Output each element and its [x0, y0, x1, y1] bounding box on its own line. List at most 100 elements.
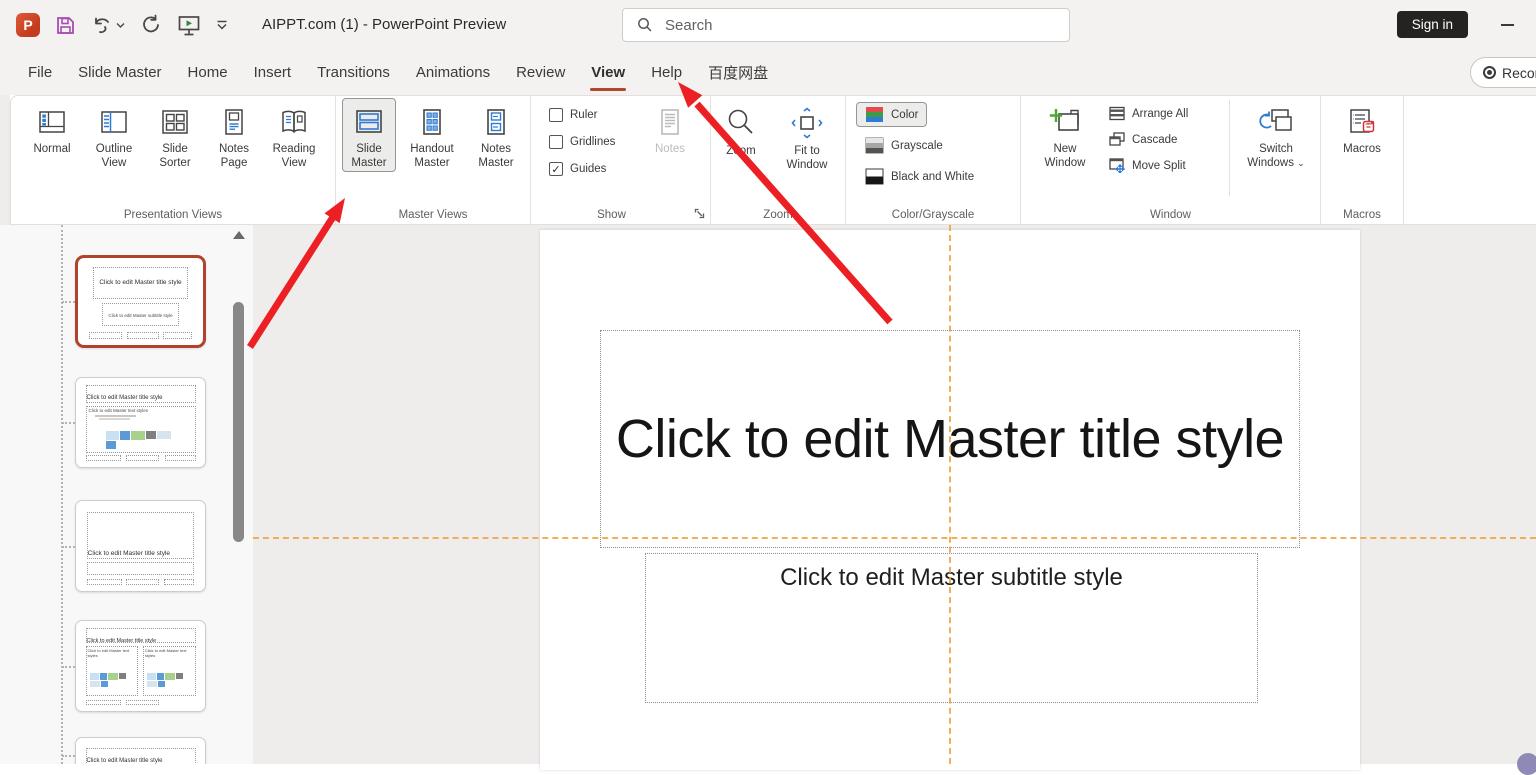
guides-checkbox[interactable]: ✓ Guides: [549, 162, 615, 176]
ribbon-tab-bar: File Slide Master Home Insert Transition…: [0, 50, 1536, 95]
record-button[interactable]: Record: [1470, 57, 1536, 88]
tab-view[interactable]: View: [578, 50, 638, 95]
minimize-icon: [1500, 24, 1514, 26]
group-zoom: Zoom Fit to Window Zoom: [711, 96, 846, 224]
search-box[interactable]: [622, 8, 1070, 42]
vertical-guide[interactable]: [949, 225, 951, 764]
outline-view-button[interactable]: Outline View: [84, 98, 144, 172]
tab-animations[interactable]: Animations: [403, 50, 503, 95]
group-presentation-views: Normal Outline View Slide Sorter Notes P…: [11, 96, 336, 224]
show-dialog-launcher-icon[interactable]: [694, 208, 705, 219]
group-color-grayscale: Color Grayscale Black and White Color/Gr…: [846, 96, 1021, 224]
reading-view-icon: [282, 110, 306, 133]
gridlines-checkbox-box: [549, 135, 563, 149]
thumbnail-layout-1[interactable]: Click to edit Master title style Click t…: [75, 377, 206, 468]
notes-page-button[interactable]: Notes Page: [206, 98, 262, 172]
zoom-icon: [728, 109, 753, 134]
ruler-checkbox[interactable]: Ruler: [549, 108, 615, 122]
tab-help[interactable]: Help: [638, 50, 695, 95]
color-mode-icon: [866, 107, 883, 122]
redo-icon[interactable]: [140, 14, 162, 36]
notes-page-icon: [225, 109, 243, 135]
notes-master-icon: [487, 109, 505, 135]
zoom-button[interactable]: Zoom: [718, 98, 764, 174]
thumbnail-master-slide[interactable]: Click to edit Master title style Click t…: [75, 255, 206, 348]
handout-master-icon: [423, 109, 441, 135]
horizontal-guide[interactable]: [253, 537, 1536, 539]
group-show: Ruler Gridlines ✓ Guides Notes Show: [531, 96, 711, 224]
group-master-views: Slide Master Handout Master Notes Master…: [336, 96, 531, 224]
grayscale-mode-icon: [865, 137, 884, 154]
fit-to-window-button[interactable]: Fit to Window: [776, 98, 838, 174]
customize-quick-access-toolbar-icon[interactable]: [216, 20, 228, 31]
macros-icon: [1350, 109, 1375, 133]
floating-widget[interactable]: [1517, 753, 1536, 775]
guides-checkbox-box: ✓: [549, 162, 563, 176]
save-icon[interactable]: [55, 15, 76, 36]
undo-icon[interactable]: [91, 14, 113, 36]
macros-button[interactable]: Macros: [1333, 98, 1391, 157]
group-window: New Window Arrange All Cascade Move Spli…: [1021, 96, 1321, 224]
tab-slide-master[interactable]: Slide Master: [65, 50, 174, 95]
master-subtitle-placeholder[interactable]: Click to edit Master subtitle style: [645, 553, 1258, 703]
arrange-all-button[interactable]: Arrange All: [1109, 106, 1227, 121]
thumbnail-graphics: [105, 430, 175, 449]
search-input[interactable]: [665, 16, 1025, 34]
ribbon-left-margin: [0, 95, 10, 225]
minimize-button[interactable]: [1494, 18, 1520, 32]
tab-insert[interactable]: Insert: [241, 50, 305, 95]
slide-thumbnail-pane: Click to edit Master title style Click t…: [0, 225, 253, 764]
slide-sorter-icon: [162, 110, 188, 134]
powerpoint-logo-icon: P: [16, 13, 40, 37]
gridlines-checkbox[interactable]: Gridlines: [549, 135, 615, 149]
cascade-button[interactable]: Cascade: [1109, 132, 1227, 147]
outline-view-icon: [101, 111, 127, 133]
tab-file[interactable]: File: [15, 50, 65, 95]
workspace: Click to edit Master title style Click t…: [0, 225, 1536, 775]
scroll-up-arrow-icon[interactable]: [233, 231, 245, 239]
start-slideshow-icon[interactable]: [177, 14, 201, 37]
new-window-icon: [1049, 109, 1079, 131]
slide-sorter-button[interactable]: Slide Sorter: [146, 98, 204, 172]
sign-in-button[interactable]: Sign in: [1396, 11, 1468, 38]
ruler-checkbox-box: [549, 108, 563, 122]
arrange-all-icon: [1109, 106, 1125, 121]
notes-master-button[interactable]: Notes Master: [468, 98, 524, 172]
fit-to-window-icon: [791, 107, 823, 139]
tab-baidu-netdisk[interactable]: 百度网盘: [695, 50, 781, 95]
undo-dropdown-chevron-icon[interactable]: [116, 22, 125, 29]
quick-access-toolbar: P: [16, 0, 228, 50]
scrollbar-thumb[interactable]: [233, 302, 244, 542]
grayscale-button[interactable]: Grayscale: [856, 133, 952, 158]
tab-home[interactable]: Home: [175, 50, 241, 95]
thumbnail-scrollbar[interactable]: [231, 227, 246, 764]
tab-review[interactable]: Review: [503, 50, 578, 95]
ribbon-view-tab-panel: Normal Outline View Slide Sorter Notes P…: [10, 95, 1536, 225]
tab-transitions[interactable]: Transitions: [304, 50, 403, 95]
slide-master-button[interactable]: Slide Master: [342, 98, 396, 172]
slide-editor-area: Click to edit Master title style Click t…: [253, 225, 1536, 775]
normal-view-icon: [39, 111, 65, 133]
thumbnail-layout-4[interactable]: Click to edit Master title style: [75, 737, 206, 764]
move-split-button[interactable]: Move Split: [1109, 158, 1227, 173]
handout-master-button[interactable]: Handout Master: [400, 98, 464, 172]
group-macros: Macros Macros: [1321, 96, 1404, 224]
normal-view-button[interactable]: Normal: [22, 98, 82, 172]
notes-icon: [661, 109, 679, 135]
color-button[interactable]: Color: [856, 102, 928, 127]
cascade-icon: [1109, 132, 1125, 146]
layout-tree-connector: [61, 225, 63, 764]
slide-master-icon: [356, 110, 382, 133]
thumbnail-layout-3[interactable]: Click to edit Master title style Click t…: [75, 620, 206, 712]
black-and-white-button[interactable]: Black and White: [856, 164, 983, 189]
notes-button: Notes: [644, 98, 696, 157]
reading-view-button[interactable]: Reading View: [264, 98, 324, 172]
chevron-down-icon: ⌄: [1297, 158, 1305, 169]
record-icon: [1483, 66, 1496, 79]
switch-windows-icon: [1259, 109, 1292, 131]
search-icon: [637, 17, 653, 33]
new-window-button[interactable]: New Window: [1033, 98, 1097, 196]
thumbnail-layout-2[interactable]: Click to edit Master title style: [75, 500, 206, 592]
switch-windows-button[interactable]: Switch Windows ⌄: [1234, 98, 1318, 196]
window-title: AIPPT.com (1) - PowerPoint Preview: [262, 16, 507, 33]
